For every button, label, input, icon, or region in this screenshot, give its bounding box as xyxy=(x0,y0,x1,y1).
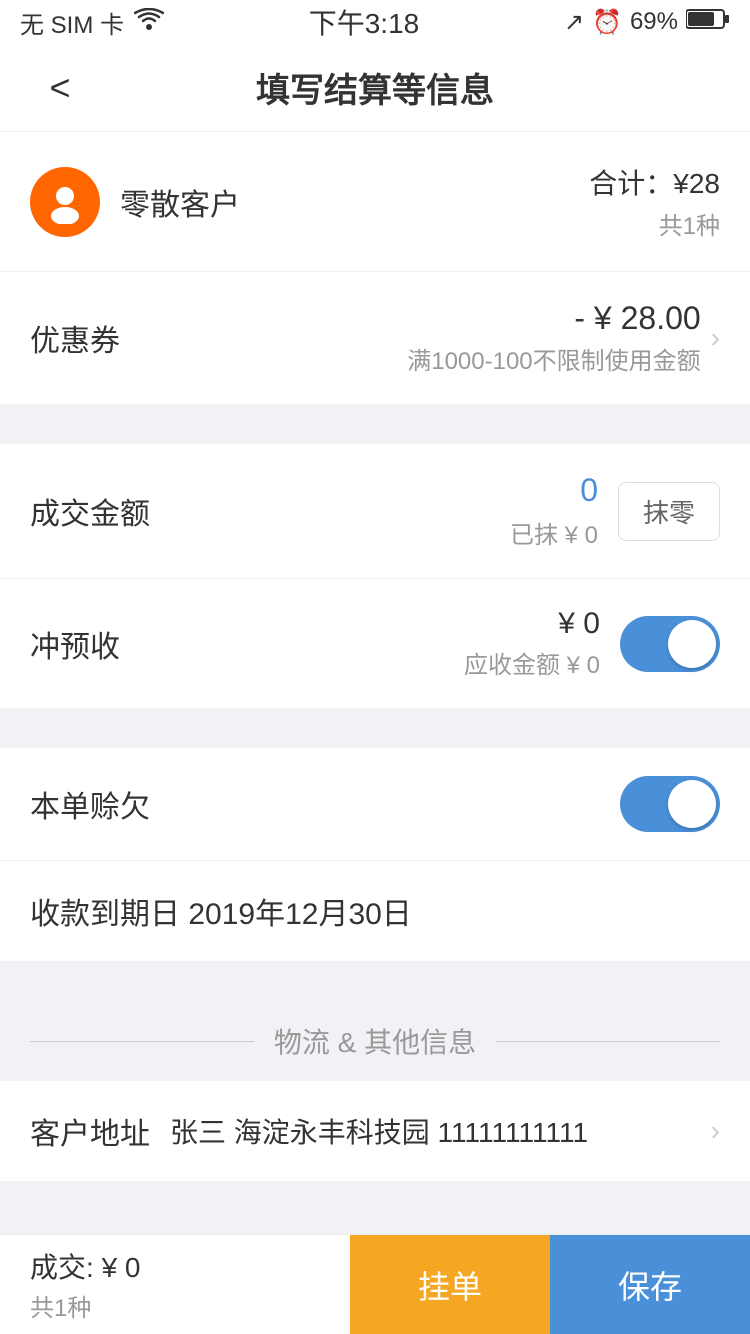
debt-toggle[interactable] xyxy=(620,776,720,832)
coupon-discount: - ¥ 28.00 xyxy=(407,300,700,337)
battery-icon xyxy=(686,8,730,37)
bottom-amount: ¥ 0 xyxy=(102,1252,141,1283)
debt-row: 本单赊欠 xyxy=(0,748,750,860)
bottom-left: 成交: ¥ 0 共1种 xyxy=(0,1246,350,1323)
address-chevron-icon: › xyxy=(711,1115,720,1147)
save-button[interactable]: 保存 xyxy=(550,1235,750,1334)
transaction-right: 0 已抹 ¥ 0 抹零 xyxy=(510,472,720,550)
status-bar: 无 SIM 卡 下午3:18 ↗ ⏰ 69% xyxy=(0,0,750,44)
address-row[interactable]: 客户地址 张三 海淀永丰科技园 11111111111 › xyxy=(0,1081,750,1181)
transaction-label: 成交金额 xyxy=(30,489,150,533)
debt-section: 本单赊欠 收款到期日 2019年12月30日 xyxy=(0,748,750,961)
bottom-transaction-label: 成交: ¥ 0 xyxy=(30,1246,320,1286)
bottom-label-text: 成交: xyxy=(30,1252,94,1283)
customer-name: 零散客户 xyxy=(120,180,240,224)
round-button[interactable]: 抹零 xyxy=(618,482,720,541)
coupon-label: 优惠券 xyxy=(30,316,120,360)
bottom-bar: 成交: ¥ 0 共1种 挂单 保存 xyxy=(0,1234,750,1334)
logistics-header: 物流 & 其他信息 xyxy=(0,1001,750,1081)
coupon-info: - ¥ 28.00 满1000-100不限制使用金额 xyxy=(407,300,700,376)
prepay-toggle[interactable] xyxy=(620,616,720,672)
prepay-row: 冲预收 ¥ 0 应收金额 ¥ 0 xyxy=(0,578,750,708)
nav-bar: < 填写结算等信息 xyxy=(0,44,750,132)
customer-section: 零散客户 合计：¥28 共1种 优惠券 - ¥ 28.00 满1000-100不… xyxy=(0,132,750,404)
divider-3 xyxy=(0,981,750,1001)
nav-title: 填写结算等信息 xyxy=(256,63,494,112)
logistics-line-right xyxy=(496,1041,720,1042)
prepay-sub: 应收金额 ¥ 0 xyxy=(464,645,600,680)
due-date-row[interactable]: 收款到期日 2019年12月30日 xyxy=(0,860,750,961)
divider-2 xyxy=(0,728,750,748)
transaction-col: 0 已抹 ¥ 0 xyxy=(510,472,598,550)
customer-right: 合计：¥28 共1种 xyxy=(589,162,720,241)
customer-left: 零散客户 xyxy=(30,167,240,237)
status-right: ↗ ⏰ 69% xyxy=(564,8,730,37)
transaction-amount[interactable]: 0 xyxy=(510,472,598,509)
back-button[interactable]: < xyxy=(30,58,90,118)
logistics-title: 物流 & 其他信息 xyxy=(274,1021,476,1061)
status-time: 下午3:18 xyxy=(309,2,420,42)
address-value: 张三 海淀永丰科技园 11111111111 xyxy=(170,1111,711,1151)
transaction-row: 成交金额 0 已抹 ¥ 0 抹零 xyxy=(0,444,750,578)
coupon-desc: 满1000-100不限制使用金额 xyxy=(407,341,700,376)
customer-total: 合计：¥28 xyxy=(589,162,720,202)
debt-label: 本单赊欠 xyxy=(30,782,150,826)
address-label: 客户地址 xyxy=(30,1109,150,1153)
alarm-icon: ⏰ xyxy=(592,8,622,37)
customer-avatar xyxy=(30,167,100,237)
prepay-amount: ¥ 0 xyxy=(464,607,600,641)
customer-count: 共1种 xyxy=(589,206,720,241)
divider-1 xyxy=(0,424,750,444)
toggle-knob xyxy=(668,620,716,668)
debt-toggle-knob xyxy=(668,780,716,828)
prepay-info: ¥ 0 应收金额 ¥ 0 xyxy=(464,607,600,680)
transaction-section: 成交金额 0 已抹 ¥ 0 抹零 冲预收 ¥ 0 应收金额 ¥ 0 xyxy=(0,444,750,708)
wifi-icon xyxy=(134,8,164,37)
customer-row: 零散客户 合计：¥28 共1种 xyxy=(0,132,750,271)
prepay-right: ¥ 0 应收金额 ¥ 0 xyxy=(464,607,720,680)
transaction-sub: 已抹 ¥ 0 xyxy=(510,515,598,550)
location-icon: ↗ xyxy=(564,8,584,37)
status-left: 无 SIM 卡 xyxy=(20,5,164,40)
battery-text: 69% xyxy=(630,8,678,36)
coupon-chevron-icon: › xyxy=(711,322,720,354)
bottom-count: 共1种 xyxy=(30,1288,320,1323)
pending-button[interactable]: 挂单 xyxy=(350,1235,550,1334)
prepay-label: 冲预收 xyxy=(30,622,120,666)
carrier-text: 无 SIM 卡 xyxy=(20,5,124,40)
due-date-content: 收款到期日 2019年12月30日 xyxy=(30,898,412,931)
address-section: 客户地址 张三 海淀永丰科技园 11111111111 › xyxy=(0,1081,750,1181)
coupon-right: - ¥ 28.00 满1000-100不限制使用金额 › xyxy=(407,300,720,376)
coupon-row[interactable]: 优惠券 - ¥ 28.00 满1000-100不限制使用金额 › xyxy=(0,271,750,404)
logistics-line-left xyxy=(30,1041,254,1042)
